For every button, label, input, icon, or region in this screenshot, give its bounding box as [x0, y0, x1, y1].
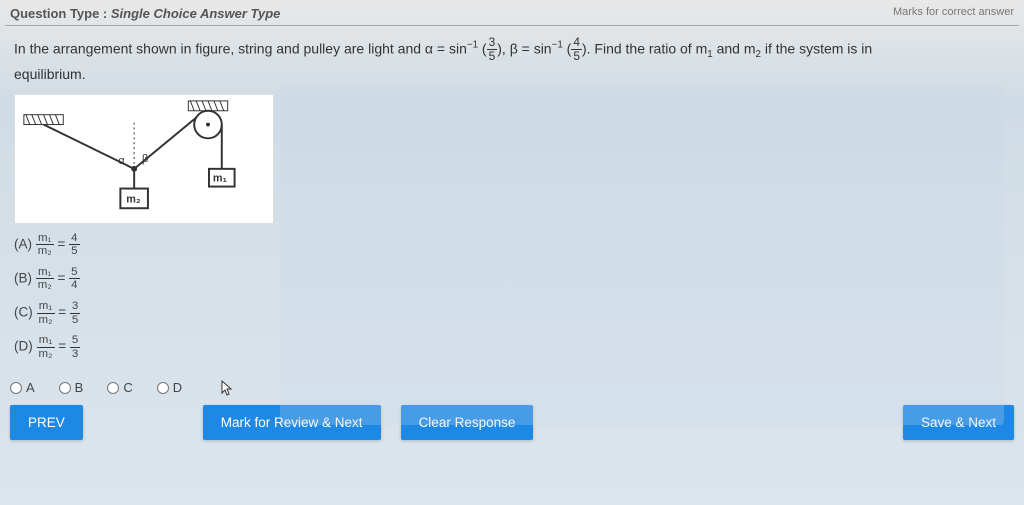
beta-num: 4 [571, 36, 582, 50]
radio-b-label: B [75, 380, 84, 395]
opt-d-num: m₁ [37, 334, 55, 348]
header: Question Type : Single Choice Answer Typ… [0, 0, 1024, 25]
opt-b-eq: = [58, 270, 70, 285]
option-d: (D) m₁m₂ = 53 [14, 334, 1010, 360]
alpha-num: 3 [487, 36, 498, 50]
mark-review-button[interactable]: Mark for Review & Next [203, 405, 381, 440]
question-content: In the arrangement shown in figure, stri… [0, 26, 1024, 374]
q-and: and m [713, 40, 756, 56]
opt-a-prefix: (A) [14, 236, 36, 251]
radio-b-input[interactable] [59, 382, 71, 394]
radio-d[interactable]: D [157, 380, 182, 395]
radio-a-label: A [26, 380, 35, 395]
q-beta-exp: −1 [552, 40, 563, 51]
question-figure: α β m₂ m₁ [14, 94, 274, 224]
radio-b[interactable]: B [59, 380, 84, 395]
beta-den: 5 [571, 50, 582, 63]
opt-a-eq: = [58, 236, 70, 251]
marks-hint: Marks for correct answer [893, 6, 1014, 21]
alpha-label: α [118, 155, 124, 167]
q-text-part3: if the system is in [761, 40, 872, 56]
radio-c[interactable]: C [107, 380, 132, 395]
opt-d-rden: 3 [70, 348, 80, 361]
option-c: (C) m₁m₂ = 35 [14, 300, 1010, 326]
question-type-label: Question Type : [10, 6, 107, 21]
opt-b-den: m₂ [36, 279, 54, 292]
q-alpha-exp: −1 [467, 40, 478, 51]
save-next-button[interactable]: Save & Next [903, 405, 1014, 440]
q-comma: , [502, 40, 510, 56]
opt-d-eq: = [58, 339, 70, 354]
m1-label: m₁ [213, 172, 228, 184]
m2-label: m₂ [126, 193, 141, 205]
opt-b-rden: 4 [69, 279, 79, 292]
opt-c-eq: = [58, 305, 70, 320]
radio-c-input[interactable] [107, 382, 119, 394]
q-text-part2: . Find the ratio of m [587, 40, 708, 56]
opt-a-den: m₂ [36, 245, 54, 258]
button-row: PREV Mark for Review & Next Clear Respon… [0, 405, 1024, 452]
opt-c-num: m₁ [37, 300, 55, 314]
opt-c-rden: 5 [70, 314, 80, 327]
clear-response-button[interactable]: Clear Response [401, 405, 534, 440]
q-text-part: In the arrangement shown in figure, stri… [14, 40, 425, 56]
question-type-value: Single Choice Answer Type [111, 6, 281, 21]
q-line2: equilibrium. [14, 66, 86, 82]
opt-d-den: m₂ [37, 348, 55, 361]
q-beta: β = sin [510, 40, 552, 56]
opt-b-num: m₁ [36, 266, 54, 280]
opt-c-prefix: (C) [14, 305, 37, 320]
option-b: (B) m₁m₂ = 54 [14, 266, 1010, 292]
radio-a[interactable]: A [10, 380, 35, 395]
opt-a-rden: 5 [69, 245, 79, 258]
radio-a-input[interactable] [10, 382, 22, 394]
opt-c-rnum: 3 [70, 300, 80, 314]
opt-b-prefix: (B) [14, 270, 36, 285]
radio-d-label: D [173, 380, 182, 395]
q-alpha: α = sin [425, 40, 467, 56]
opt-d-rnum: 5 [70, 334, 80, 348]
opt-a-num: m₁ [36, 232, 54, 246]
beta-label: β [142, 153, 148, 165]
radio-c-label: C [123, 380, 132, 395]
opt-b-rnum: 5 [69, 266, 79, 280]
options-list: (A) m₁m₂ = 45 (B) m₁m₂ = 54 (C) m₁m₂ = 3… [14, 232, 1010, 361]
prev-button[interactable]: PREV [10, 405, 83, 440]
opt-c-den: m₂ [37, 314, 55, 327]
opt-d-prefix: (D) [14, 339, 37, 354]
question-text: In the arrangement shown in figure, stri… [14, 36, 1010, 86]
answer-radios: A B C D [0, 374, 1024, 405]
alpha-den: 5 [487, 50, 498, 63]
radio-d-input[interactable] [157, 382, 169, 394]
option-a: (A) m₁m₂ = 45 [14, 232, 1010, 258]
opt-a-rnum: 4 [69, 232, 79, 246]
